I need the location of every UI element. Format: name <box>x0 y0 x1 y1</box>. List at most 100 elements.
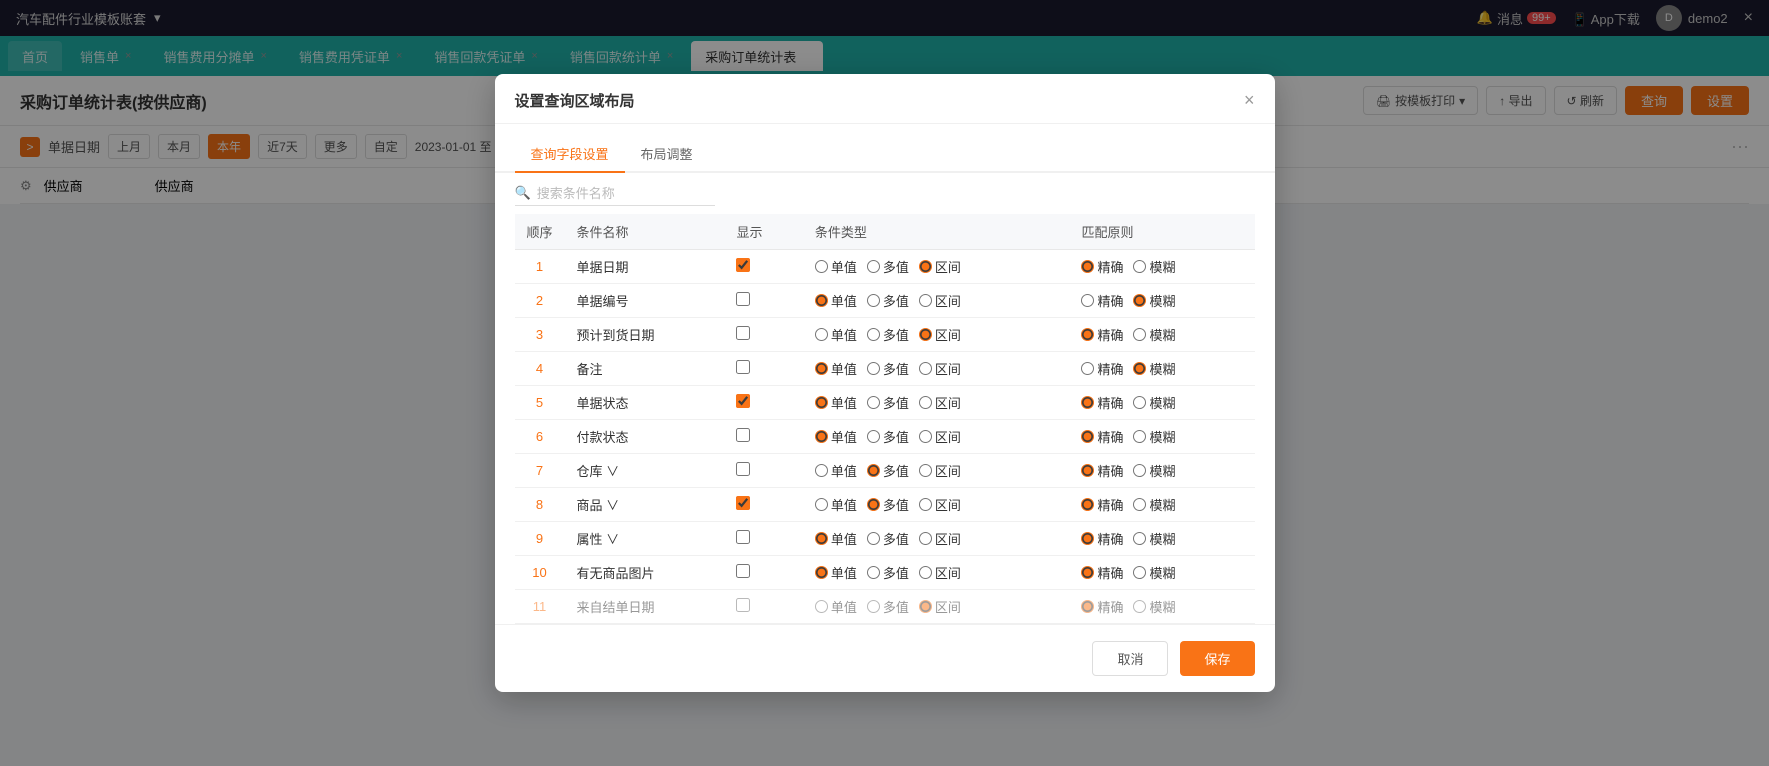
type-radio-item[interactable]: 区间 <box>919 257 961 276</box>
display-checkbox[interactable] <box>736 394 750 408</box>
display-checkbox[interactable] <box>736 564 750 578</box>
type-radio-item[interactable]: 区间 <box>919 461 961 480</box>
type-radio-item[interactable]: 区间 <box>919 393 961 412</box>
type-radio-item[interactable]: 单值 <box>815 563 857 582</box>
match-radio-item[interactable]: 模糊 <box>1133 563 1175 582</box>
type-radio-item[interactable]: 单值 <box>815 597 857 616</box>
type-radio[interactable] <box>815 328 828 341</box>
type-radio[interactable] <box>919 328 932 341</box>
type-radio[interactable] <box>867 396 880 409</box>
type-radio-item[interactable]: 单值 <box>815 529 857 548</box>
match-radio-item[interactable]: 精确 <box>1081 563 1123 582</box>
type-radio-item[interactable]: 多值 <box>867 359 909 378</box>
type-radio-item[interactable]: 多值 <box>867 461 909 480</box>
type-radio-item[interactable]: 单值 <box>815 359 857 378</box>
type-radio[interactable] <box>919 396 932 409</box>
type-radio[interactable] <box>815 600 828 613</box>
type-radio[interactable] <box>919 362 932 375</box>
match-radio-item[interactable]: 模糊 <box>1133 325 1175 344</box>
type-radio[interactable] <box>867 294 880 307</box>
display-checkbox[interactable] <box>736 598 750 612</box>
display-checkbox[interactable] <box>736 530 750 544</box>
type-radio-item[interactable]: 多值 <box>867 563 909 582</box>
match-radio[interactable] <box>1133 498 1146 511</box>
type-radio-item[interactable]: 区间 <box>919 529 961 548</box>
type-radio-item[interactable]: 多值 <box>867 291 909 310</box>
type-radio[interactable] <box>867 362 880 375</box>
type-radio[interactable] <box>815 464 828 477</box>
match-radio-item[interactable]: 精确 <box>1081 393 1123 412</box>
match-radio[interactable] <box>1133 362 1146 375</box>
type-radio-item[interactable]: 单值 <box>815 257 857 276</box>
type-radio[interactable] <box>919 430 932 443</box>
save-button[interactable]: 保存 <box>1180 641 1254 676</box>
type-radio-item[interactable]: 区间 <box>919 427 961 446</box>
cancel-button[interactable]: 取消 <box>1092 641 1168 676</box>
display-checkbox[interactable] <box>736 360 750 374</box>
match-radio[interactable] <box>1133 260 1146 273</box>
type-radio[interactable] <box>867 328 880 341</box>
type-radio-item[interactable]: 多值 <box>867 257 909 276</box>
match-radio-item[interactable]: 模糊 <box>1133 461 1175 480</box>
match-radio-item[interactable]: 精确 <box>1081 461 1123 480</box>
match-radio-item[interactable]: 精确 <box>1081 291 1123 310</box>
match-radio-item[interactable]: 模糊 <box>1133 529 1175 548</box>
match-radio[interactable] <box>1081 362 1094 375</box>
type-radio-item[interactable]: 多值 <box>867 325 909 344</box>
match-radio[interactable] <box>1081 498 1094 511</box>
type-radio[interactable] <box>815 362 828 375</box>
match-radio[interactable] <box>1133 532 1146 545</box>
type-radio[interactable] <box>919 532 932 545</box>
match-radio-item[interactable]: 模糊 <box>1133 597 1175 616</box>
display-checkbox[interactable] <box>736 428 750 442</box>
match-radio-item[interactable]: 精确 <box>1081 325 1123 344</box>
search-input[interactable] <box>537 186 697 201</box>
match-radio-item[interactable]: 模糊 <box>1133 291 1175 310</box>
match-radio-item[interactable]: 模糊 <box>1133 495 1175 514</box>
type-radio-item[interactable]: 多值 <box>867 495 909 514</box>
type-radio[interactable] <box>867 260 880 273</box>
match-radio[interactable] <box>1081 396 1094 409</box>
match-radio-item[interactable]: 精确 <box>1081 529 1123 548</box>
match-radio[interactable] <box>1133 566 1146 579</box>
type-radio-item[interactable]: 区间 <box>919 359 961 378</box>
match-radio[interactable] <box>1081 328 1094 341</box>
match-radio-item[interactable]: 模糊 <box>1133 359 1175 378</box>
type-radio[interactable] <box>867 464 880 477</box>
type-radio[interactable] <box>867 566 880 579</box>
type-radio[interactable] <box>919 600 932 613</box>
type-radio-item[interactable]: 单值 <box>815 325 857 344</box>
match-radio[interactable] <box>1133 430 1146 443</box>
type-radio[interactable] <box>919 464 932 477</box>
match-radio[interactable] <box>1133 328 1146 341</box>
match-radio[interactable] <box>1081 294 1094 307</box>
match-radio[interactable] <box>1081 600 1094 613</box>
type-radio[interactable] <box>867 600 880 613</box>
type-radio[interactable] <box>815 532 828 545</box>
match-radio-item[interactable]: 精确 <box>1081 495 1123 514</box>
match-radio-item[interactable]: 模糊 <box>1133 257 1175 276</box>
match-radio[interactable] <box>1133 464 1146 477</box>
display-checkbox[interactable] <box>736 462 750 476</box>
match-radio-item[interactable]: 精确 <box>1081 597 1123 616</box>
display-checkbox[interactable] <box>736 258 750 272</box>
type-radio[interactable] <box>815 498 828 511</box>
type-radio-item[interactable]: 单值 <box>815 495 857 514</box>
type-radio-item[interactable]: 多值 <box>867 597 909 616</box>
type-radio-item[interactable]: 区间 <box>919 563 961 582</box>
match-radio[interactable] <box>1081 566 1094 579</box>
type-radio[interactable] <box>919 294 932 307</box>
type-radio-item[interactable]: 多值 <box>867 393 909 412</box>
match-radio-item[interactable]: 模糊 <box>1133 393 1175 412</box>
type-radio-item[interactable]: 区间 <box>919 291 961 310</box>
type-radio-item[interactable]: 单值 <box>815 291 857 310</box>
dialog-tab-layout[interactable]: 布局调整 <box>625 136 709 173</box>
type-radio[interactable] <box>919 260 932 273</box>
type-radio-item[interactable]: 多值 <box>867 529 909 548</box>
type-radio[interactable] <box>919 566 932 579</box>
type-radio-item[interactable]: 单值 <box>815 393 857 412</box>
dialog-close-button[interactable]: × <box>1244 90 1255 111</box>
display-checkbox[interactable] <box>736 292 750 306</box>
match-radio-item[interactable]: 精确 <box>1081 359 1123 378</box>
match-radio[interactable] <box>1133 294 1146 307</box>
